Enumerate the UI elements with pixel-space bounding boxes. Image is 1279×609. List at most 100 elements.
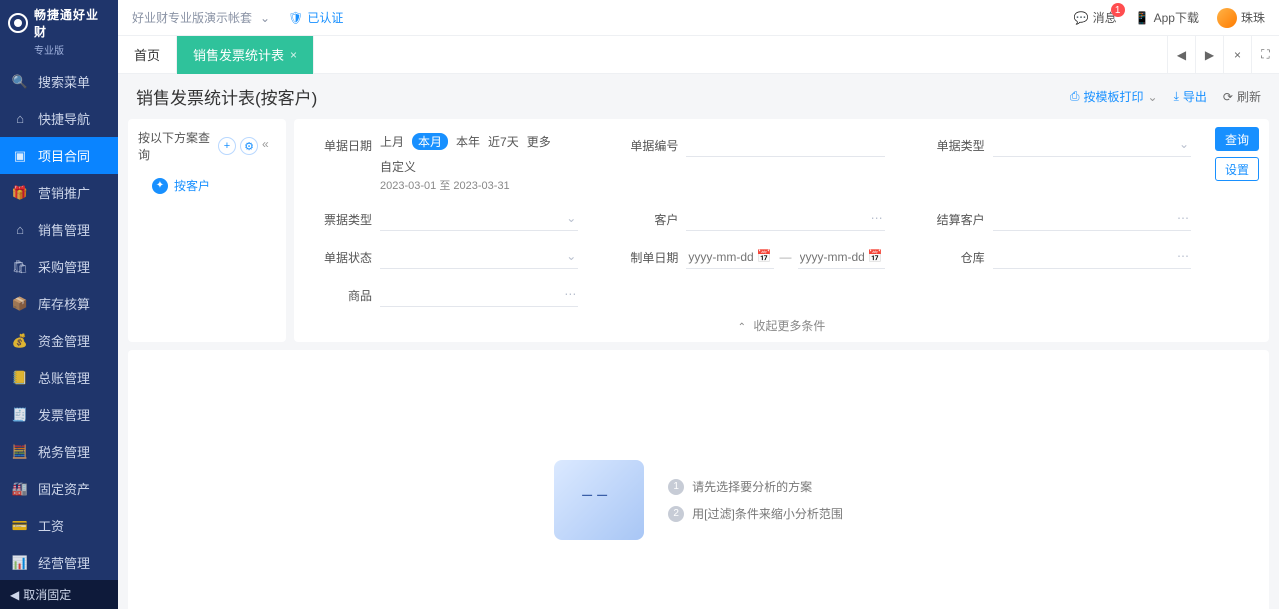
sidebar-item-4[interactable]: ⌂ 销售管理 — [0, 211, 118, 248]
sidebar-item-label: 库存核算 — [38, 294, 90, 313]
asset-icon: 🏭 — [12, 481, 28, 497]
close-icon[interactable]: × — [290, 48, 297, 62]
sidebar-item-label: 工资 — [38, 516, 64, 535]
page-title: 销售发票统计表(按客户) — [136, 84, 317, 109]
scheme-collapse-icon[interactable]: « — [262, 137, 276, 155]
customer-picker[interactable] — [686, 207, 884, 231]
topbar-messages[interactable]: 💬 消息 1 — [1074, 9, 1117, 26]
filter-settle-customer: 结算客户 ⋯ — [925, 207, 1191, 231]
empty-state: 1 请先选择要分析的方案 2 用[过滤]条件来缩小分析范围 — [128, 350, 1269, 609]
dq-more[interactable]: 更多 — [527, 133, 551, 150]
topbar-user[interactable]: 珠珠 — [1217, 8, 1265, 28]
avatar — [1217, 8, 1237, 28]
box-icon: 📦 — [12, 296, 28, 312]
page: 销售发票统计表(按客户) ⎙ 按模板打印 ⌄ ⤓ 导出 ⟳ 刷新 按以下方案查询… — [118, 74, 1279, 609]
scheme-item-by-customer[interactable]: ✦ 按客户 — [134, 171, 280, 200]
sidebar-item-label: 固定资产 — [38, 479, 90, 498]
pin-label: 取消固定 — [23, 586, 71, 603]
dq-last-month[interactable]: 上月 — [380, 133, 404, 150]
goods-picker[interactable] — [380, 283, 578, 307]
tax-icon: 🧮 — [12, 444, 28, 460]
chevron-down-icon: ⌄ — [1179, 137, 1189, 151]
tab-home[interactable]: 首页 — [118, 36, 177, 74]
sidebar-item-label: 资金管理 — [38, 331, 90, 350]
sidebar-item-6[interactable]: 📦 库存核算 — [0, 285, 118, 322]
tab-nav-prev[interactable]: ◀ — [1167, 36, 1195, 74]
more-icon[interactable]: ⋯ — [564, 287, 576, 301]
tab-nav-next[interactable]: ▶ — [1195, 36, 1223, 74]
sidebar-item-1[interactable]: ⌂ 快捷导航 — [0, 100, 118, 137]
filter-customer: 客户 ⋯ — [618, 207, 884, 231]
tab-close-all[interactable]: × — [1223, 36, 1251, 74]
filter-bill-status: 单据状态 ⌄ — [312, 245, 578, 269]
cart-icon: ⌂ — [12, 222, 28, 238]
more-icon[interactable]: ⋯ — [871, 211, 883, 225]
sidebar-pin-toggle[interactable]: ◀ 取消固定 — [0, 580, 118, 609]
export-button[interactable]: ⤓ 导出 — [1174, 88, 1207, 105]
refresh-icon: ⟳ — [1223, 90, 1233, 104]
bill-status-select[interactable] — [380, 245, 578, 269]
refresh-button[interactable]: ⟳ 刷新 — [1223, 88, 1261, 105]
shield-icon: 🛡 — [288, 11, 303, 25]
filter-bill-date: 单据日期 上月 本月 本年 近7天 更多 自定义 2023-03-01 至 — [312, 133, 578, 193]
sidebar-item-12[interactable]: 💳工资 — [0, 507, 118, 544]
more-icon[interactable]: ⋯ — [1177, 211, 1189, 225]
scheme-settings-button[interactable]: ⚙ — [240, 137, 258, 155]
dq-this-month[interactable]: 本月 — [412, 133, 448, 150]
sidebar-item-2[interactable]: ▣项目合同 — [0, 137, 118, 174]
filter-bill-no: 单据编号 — [618, 133, 884, 193]
account-selector[interactable]: 好业财专业版演示帐套 ⌄ — [132, 9, 270, 26]
empty-illustration-icon — [554, 460, 644, 540]
account-name: 好业财专业版演示帐套 — [132, 9, 252, 26]
invoice-type-select[interactable] — [380, 207, 578, 231]
sidebar-item-label: 销售管理 — [38, 220, 90, 239]
topbar-app-download[interactable]: 📱 App下载 — [1135, 9, 1199, 26]
verified-badge: 🛡 已认证 — [288, 9, 343, 26]
sidebar-item-8[interactable]: 📒总账管理 — [0, 359, 118, 396]
export-icon: ⤓ — [1174, 89, 1179, 104]
calendar-icon: 📅 — [868, 249, 883, 263]
sidebar-item-label: 项目合同 — [38, 146, 90, 165]
settle-customer-picker[interactable] — [993, 207, 1191, 231]
empty-step-1: 1 请先选择要分析的方案 — [668, 478, 843, 495]
home-icon: ⌂ — [12, 111, 28, 127]
invoice-icon: 🧾 — [12, 407, 28, 423]
sidebar-item-label: 采购管理 — [38, 257, 90, 276]
scheme-panel-header: 按以下方案查询 + ⚙ « — [134, 129, 280, 171]
dq-this-year[interactable]: 本年 — [456, 133, 480, 150]
chevron-down-icon: ⌄ — [566, 211, 576, 225]
bill-no-input[interactable] — [686, 133, 884, 157]
brand-logo-icon — [8, 13, 28, 33]
topbar: 好业财专业版演示帐套 ⌄ 🛡 已认证 💬 消息 1 📱 App下载 珠珠 — [118, 0, 1279, 36]
calendar-icon: 📅 — [757, 249, 772, 263]
more-icon[interactable]: ⋯ — [1177, 249, 1189, 263]
money-icon: 💰 — [12, 333, 28, 349]
settings-button[interactable]: 设置 — [1215, 157, 1259, 181]
scheme-add-button[interactable]: + — [218, 137, 236, 155]
sidebar-item-label: 搜索菜单 — [38, 72, 90, 91]
filter-make-date: 制单日期 📅 — 📅 — [618, 245, 884, 269]
sidebar-item-label: 快捷导航 — [38, 109, 90, 128]
print-by-template[interactable]: ⎙ 按模板打印 ⌄ — [1070, 88, 1158, 105]
dq-custom[interactable]: 自定义 — [380, 158, 416, 175]
bill-type-select[interactable] — [993, 133, 1191, 157]
sidebar-item-11[interactable]: 🏭 固定资产 — [0, 470, 118, 507]
tab-sales-invoice-report[interactable]: 销售发票统计表 × — [177, 36, 314, 74]
phone-icon: 📱 — [1135, 11, 1150, 25]
fullscreen-icon[interactable]: ⛶ — [1251, 36, 1279, 74]
bag-icon: 🛍 — [12, 259, 28, 275]
sidebar-item-9[interactable]: 🧾发票管理 — [0, 396, 118, 433]
collapse-filters[interactable]: 收起更多条件 — [312, 307, 1251, 342]
sidebar-item-label: 营销推广 — [38, 183, 90, 202]
warehouse-picker[interactable] — [993, 245, 1191, 269]
query-button[interactable]: 查询 — [1215, 127, 1259, 151]
chevron-down-icon: ⌄ — [260, 11, 270, 25]
sidebar-item-10[interactable]: 🧮税务管理 — [0, 433, 118, 470]
sidebar-item-0[interactable]: 🔍搜索菜单 — [0, 63, 118, 100]
gift-icon: 🎁 — [12, 185, 28, 201]
sidebar-item-3[interactable]: 🎁 营销推广 — [0, 174, 118, 211]
sidebar-item-5[interactable]: 🛍 采购管理 — [0, 248, 118, 285]
sidebar-item-13[interactable]: 📊经营管理 — [0, 544, 118, 580]
sidebar-item-7[interactable]: 💰 资金管理 — [0, 322, 118, 359]
dq-last7[interactable]: 近7天 — [488, 133, 519, 150]
